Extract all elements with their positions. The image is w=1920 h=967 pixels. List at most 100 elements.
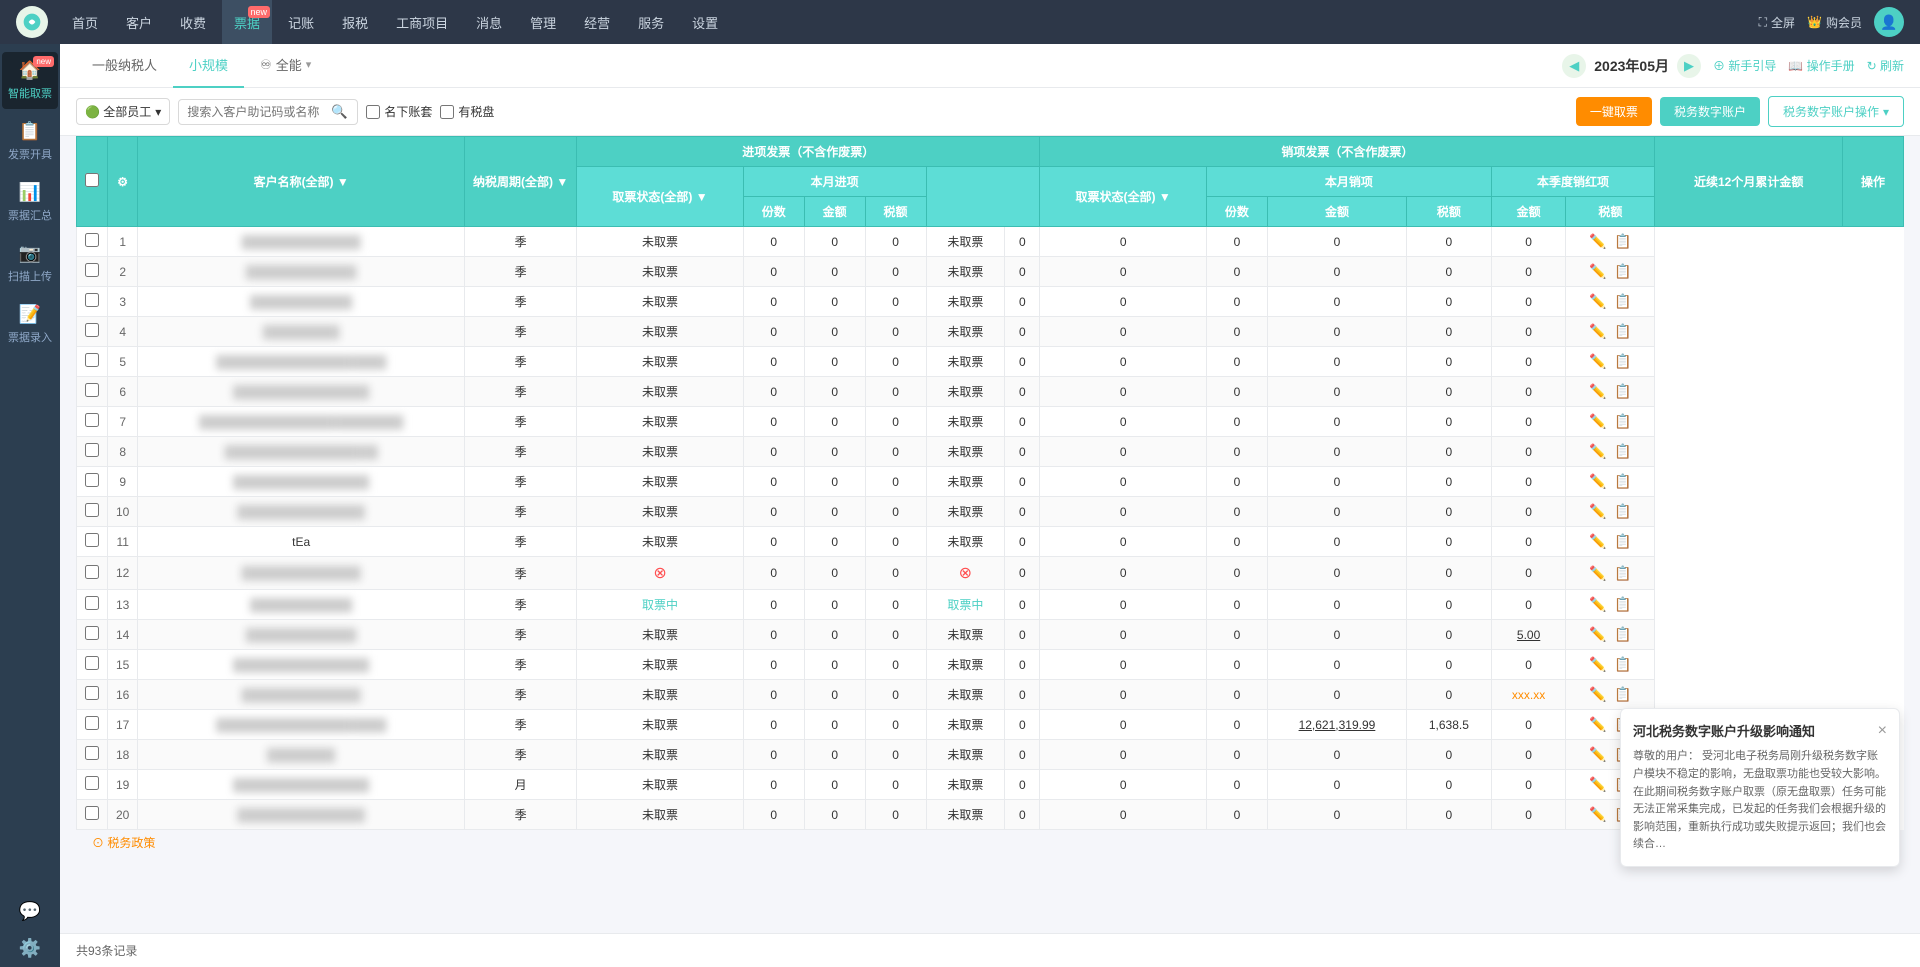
row-checkbox[interactable] — [85, 626, 99, 640]
edit-icon[interactable]: ✏️ — [1589, 565, 1606, 582]
filter-account-label[interactable]: 名下账套 — [366, 103, 432, 120]
edit-icon[interactable]: ✏️ — [1589, 806, 1606, 823]
tax-account-ops-btn[interactable]: 税务数字账户操作 ▾ — [1768, 96, 1904, 127]
sidebar-item-invoice-open[interactable]: 📋 发票开具 — [2, 113, 58, 170]
copy-icon[interactable]: 📋 — [1614, 565, 1631, 582]
filter-account-checkbox[interactable] — [366, 105, 380, 119]
copy-icon[interactable]: 📋 — [1614, 626, 1631, 643]
row-checkbox[interactable] — [85, 686, 99, 700]
row-checkbox[interactable] — [85, 533, 99, 547]
row-checkbox[interactable] — [85, 776, 99, 790]
tab-all[interactable]: ♾ 全能 ▾ — [244, 44, 327, 88]
one-click-fetch-btn[interactable]: 一键取票 — [1576, 97, 1652, 126]
copy-icon[interactable]: 📋 — [1614, 413, 1631, 430]
copy-icon[interactable]: 📋 — [1614, 596, 1631, 613]
nav-billing[interactable]: 收费 — [168, 0, 218, 44]
edit-icon[interactable]: ✏️ — [1589, 473, 1606, 490]
sidebar-item-invoice-entry[interactable]: 📝 票据录入 — [2, 296, 58, 353]
copy-icon[interactable]: 📋 — [1614, 443, 1631, 460]
copy-icon[interactable]: 📋 — [1614, 233, 1631, 250]
edit-icon[interactable]: ✏️ — [1589, 716, 1606, 733]
copy-icon[interactable]: 📋 — [1614, 686, 1631, 703]
tab-general-taxpayer[interactable]: 一般纳税人 — [76, 44, 173, 88]
nav-service[interactable]: 服务 — [626, 0, 676, 44]
th-out-status[interactable]: 取票状态(全部) ▼ — [1040, 167, 1207, 227]
edit-icon[interactable]: ✏️ — [1589, 596, 1606, 613]
nav-operation[interactable]: 经营 — [572, 0, 622, 44]
copy-icon[interactable]: 📋 — [1614, 293, 1631, 310]
sidebar-item-smart-fetch[interactable]: 🏠 智能取票 new — [2, 52, 58, 109]
tax-account-btn[interactable]: 税务数字账户 — [1660, 97, 1760, 126]
th-customer-name[interactable]: 客户名称(全部) ▼ — [138, 137, 465, 227]
search-btn[interactable]: 🔍 — [331, 104, 348, 120]
row-checkbox[interactable] — [85, 716, 99, 730]
row-checkbox[interactable] — [85, 565, 99, 579]
edit-icon[interactable]: ✏️ — [1589, 746, 1606, 763]
copy-icon[interactable]: 📋 — [1614, 263, 1631, 280]
row-checkbox[interactable] — [85, 233, 99, 247]
row-checkbox[interactable] — [85, 473, 99, 487]
edit-icon[interactable]: ✏️ — [1589, 686, 1606, 703]
sidebar-item-invoice-summary[interactable]: 📊 票据汇总 — [2, 174, 58, 231]
select-all-checkbox[interactable] — [85, 173, 99, 187]
user-avatar[interactable]: 👤 — [1874, 7, 1904, 37]
fullscreen-btn[interactable]: ⛶ 全屏 — [1759, 14, 1795, 31]
search-input[interactable] — [187, 105, 327, 119]
nav-settings[interactable]: 设置 — [680, 0, 730, 44]
nav-bookkeeping[interactable]: 记账 — [276, 0, 326, 44]
nav-invoice[interactable]: 票据new — [222, 0, 272, 44]
row-checkbox[interactable] — [85, 293, 99, 307]
row-checkbox[interactable] — [85, 656, 99, 670]
new-guide-btn[interactable]: ⊕ 新手引导 — [1713, 57, 1776, 74]
edit-icon[interactable]: ✏️ — [1589, 413, 1606, 430]
employee-filter[interactable]: 🟢 全部员工 ▾ — [76, 98, 170, 125]
sidebar-item-chat[interactable]: 💬 — [2, 893, 58, 930]
copy-icon[interactable]: 📋 — [1614, 503, 1631, 520]
row-checkbox[interactable] — [85, 263, 99, 277]
edit-icon[interactable]: ✏️ — [1589, 776, 1606, 793]
filter-taxdisk-checkbox[interactable] — [440, 105, 454, 119]
edit-icon[interactable]: ✏️ — [1589, 656, 1606, 673]
copy-icon[interactable]: 📋 — [1614, 656, 1631, 673]
copy-icon[interactable]: 📋 — [1614, 353, 1631, 370]
edit-icon[interactable]: ✏️ — [1589, 383, 1606, 400]
edit-icon[interactable]: ✏️ — [1589, 626, 1606, 643]
next-month-btn[interactable]: ▶ — [1677, 54, 1701, 78]
popup-close-btn[interactable]: × — [1878, 722, 1887, 740]
edit-icon[interactable]: ✏️ — [1589, 533, 1606, 550]
copy-icon[interactable]: 📋 — [1614, 383, 1631, 400]
row-checkbox[interactable] — [85, 503, 99, 517]
row-checkbox[interactable] — [85, 323, 99, 337]
prev-month-btn[interactable]: ◀ — [1562, 54, 1586, 78]
copy-icon[interactable]: 📋 — [1614, 473, 1631, 490]
sidebar-item-config[interactable]: ⚙️ — [2, 930, 58, 967]
edit-icon[interactable]: ✏️ — [1589, 503, 1606, 520]
row-checkbox[interactable] — [85, 353, 99, 367]
filter-taxdisk-label[interactable]: 有税盘 — [440, 103, 494, 120]
operation-manual-btn[interactable]: 📖 操作手册 — [1788, 57, 1854, 74]
row-checkbox[interactable] — [85, 443, 99, 457]
nav-tax[interactable]: 报税 — [330, 0, 380, 44]
edit-icon[interactable]: ✏️ — [1589, 293, 1606, 310]
sidebar-item-scan-upload[interactable]: 📷 扫描上传 — [2, 235, 58, 292]
tab-small-scale[interactable]: 小规模 — [173, 44, 244, 88]
edit-icon[interactable]: ✏️ — [1589, 353, 1606, 370]
row-checkbox[interactable] — [85, 596, 99, 610]
nav-home[interactable]: 首页 — [60, 0, 110, 44]
nav-message[interactable]: 消息 — [464, 0, 514, 44]
th-in-status[interactable]: 取票状态(全部) ▼ — [577, 167, 744, 227]
copy-icon[interactable]: 📋 — [1614, 323, 1631, 340]
nav-manage[interactable]: 管理 — [518, 0, 568, 44]
edit-icon[interactable]: ✏️ — [1589, 323, 1606, 340]
nav-business[interactable]: 工商项目 — [384, 0, 460, 44]
copy-icon[interactable]: 📋 — [1614, 533, 1631, 550]
row-checkbox[interactable] — [85, 413, 99, 427]
row-checkbox[interactable] — [85, 383, 99, 397]
row-checkbox[interactable] — [85, 746, 99, 760]
member-btn[interactable]: 👑 购会员 — [1807, 14, 1862, 31]
nav-customer[interactable]: 客户 — [114, 0, 164, 44]
refresh-btn[interactable]: ↻ 刷新 — [1867, 57, 1904, 74]
th-tax-cycle[interactable]: 纳税周期(全部) ▼ — [465, 137, 577, 227]
edit-icon[interactable]: ✏️ — [1589, 263, 1606, 280]
edit-icon[interactable]: ✏️ — [1589, 233, 1606, 250]
